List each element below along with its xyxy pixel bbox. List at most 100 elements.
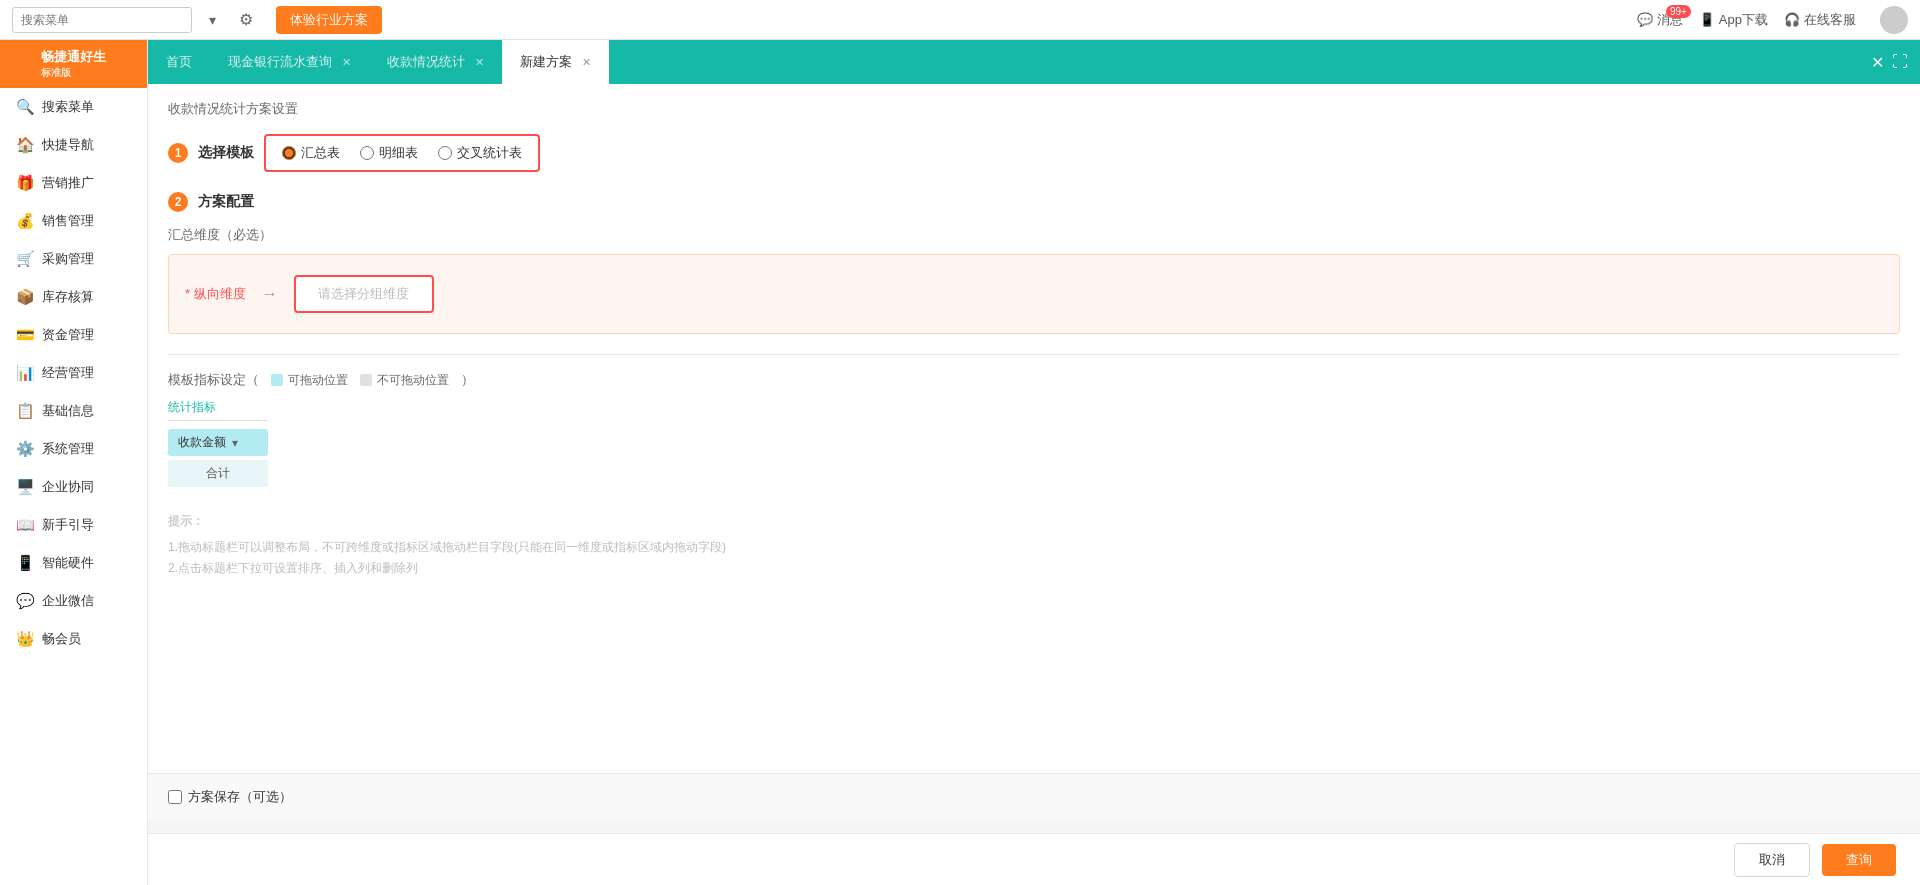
- step1-label: 选择模板: [198, 144, 254, 162]
- query-button[interactable]: 查询: [1822, 844, 1896, 876]
- header-search-area: ▾ ⚙ 体验行业方案: [12, 6, 382, 34]
- service-icon: 🎧: [1784, 12, 1800, 27]
- sidebar-item-label: 新手引导: [42, 516, 94, 534]
- tab-new-plan-label: 新建方案: [520, 53, 572, 71]
- sidebar-item-sales[interactable]: 💰 销售管理: [0, 202, 147, 240]
- step2-badge: 2: [168, 192, 188, 212]
- footer-bar: 取消 查询: [148, 833, 1920, 885]
- trial-button[interactable]: 体验行业方案: [276, 6, 382, 34]
- sidebar-item-search-menu[interactable]: 🔍 搜索菜单: [0, 88, 147, 126]
- tab-new-plan-close[interactable]: ✕: [582, 56, 591, 69]
- page-title: 收款情况统计方案设置: [168, 100, 1900, 118]
- sidebar-item-beginner[interactable]: 📖 新手引导: [0, 506, 147, 544]
- sidebar-item-label: 营销推广: [42, 174, 94, 192]
- cancel-button[interactable]: 取消: [1734, 843, 1810, 877]
- sidebar-item-marketing[interactable]: 🎁 营销推广: [0, 164, 147, 202]
- dimension-arrow-icon: →: [262, 285, 278, 303]
- tab-receipts-stat-label: 收款情况统计: [387, 53, 465, 71]
- tab-receipts-stat-close[interactable]: ✕: [475, 56, 484, 69]
- sidebar-item-label: 销售管理: [42, 212, 94, 230]
- chart-icon: 📊: [16, 364, 34, 382]
- legend-draggable-dot: [271, 374, 283, 386]
- sales-icon: 💰: [16, 212, 34, 230]
- content-inner: 收款情况统计方案设置 1 选择模板 汇总表: [148, 84, 1920, 773]
- sidebar-item-system[interactable]: ⚙️ 系统管理: [0, 430, 147, 468]
- app-download-item[interactable]: 📱 App下载: [1699, 11, 1768, 29]
- sidebar-item-label: 经营管理: [42, 364, 94, 382]
- step2-header: 2 方案配置: [168, 192, 1900, 212]
- tab-bank-flow[interactable]: 现金银行流水查询 ✕: [210, 40, 369, 84]
- option-cross[interactable]: 交叉统计表: [438, 144, 522, 162]
- sidebar-item-member[interactable]: 👑 畅会员: [0, 620, 147, 658]
- sidebar-item-label: 库存核算: [42, 288, 94, 306]
- dimension-selector[interactable]: 请选择分组维度: [294, 275, 434, 313]
- notification-badge: 99+: [1666, 5, 1691, 18]
- cart-icon: 🛒: [16, 250, 34, 268]
- sidebar-item-enterprise-collab[interactable]: 🖥️ 企业协同: [0, 468, 147, 506]
- sidebar-item-label: 畅会员: [42, 630, 81, 648]
- option-detail-label: 明细表: [379, 144, 418, 162]
- collab-icon: 🖥️: [16, 478, 34, 496]
- legend-suffix: ）: [461, 371, 474, 389]
- tab-receipts-stat[interactable]: 收款情况统计 ✕: [369, 40, 502, 84]
- avatar[interactable]: [1880, 6, 1908, 34]
- box-icon: 📦: [16, 288, 34, 306]
- tab-close-btn[interactable]: ✕: [1871, 53, 1884, 72]
- search-input[interactable]: [12, 7, 192, 33]
- radio-detail[interactable]: [360, 146, 374, 160]
- gift-icon: 🎁: [16, 174, 34, 192]
- sidebar-item-operations[interactable]: 📊 经营管理: [0, 354, 147, 392]
- option-cross-label: 交叉统计表: [457, 144, 522, 162]
- tab-expand-btn[interactable]: ⛶: [1892, 53, 1908, 71]
- option-detail[interactable]: 明细表: [360, 144, 418, 162]
- crown-icon: 👑: [16, 630, 34, 648]
- save-option[interactable]: 方案保存（可选）: [168, 788, 1900, 806]
- online-service-item[interactable]: 🎧 在线客服: [1784, 11, 1856, 29]
- metrics-tag-receipts[interactable]: 收款金额 ▾: [168, 429, 268, 456]
- tab-home[interactable]: 首页: [148, 40, 210, 84]
- legend-nondraggable: 不可拖动位置: [360, 372, 449, 389]
- sidebar-item-smart-hw[interactable]: 📱 智能硬件: [0, 544, 147, 582]
- divider: [168, 354, 1900, 355]
- dropdown-icon[interactable]: ▾: [232, 436, 238, 450]
- template-options-box: 汇总表 明细表 交叉统计表: [264, 134, 540, 172]
- main: 首页 现金银行流水查询 ✕ 收款情况统计 ✕ 新建方案 ✕ ✕ ⛶ 收款情况统计…: [148, 40, 1920, 885]
- save-checkbox[interactable]: [168, 790, 182, 804]
- dimension-row: * 纵向维度 → 请选择分组维度: [185, 275, 1883, 313]
- radio-cross[interactable]: [438, 146, 452, 160]
- metrics-subtag-total: 合计: [168, 460, 268, 487]
- gear-icon: ⚙️: [16, 440, 34, 458]
- tab-new-plan[interactable]: 新建方案 ✕: [502, 40, 609, 84]
- radio-summary[interactable]: [282, 146, 296, 160]
- option-summary[interactable]: 汇总表: [282, 144, 340, 162]
- notification-item[interactable]: 💬 消息 99+: [1637, 11, 1683, 29]
- sidebar-item-basic-info[interactable]: 📋 基础信息: [0, 392, 147, 430]
- tips-section: 提示： 1.拖动标题栏可以调整布局，不可跨维度或指标区域拖动栏目字段(只能在同一…: [168, 511, 1900, 580]
- header-gear-btn[interactable]: ⚙: [232, 6, 260, 34]
- metrics-col-label: 统计指标: [168, 399, 268, 421]
- config-section: 汇总维度（必选） * 纵向维度 → 请选择分组维度: [168, 226, 1900, 580]
- sidebar-item-label: 采购管理: [42, 250, 94, 268]
- notification-icon: 💬: [1637, 12, 1653, 27]
- step1-section: 1 选择模板 汇总表 明细表: [168, 134, 1900, 172]
- step2-label: 方案配置: [198, 193, 254, 211]
- option-summary-label: 汇总表: [301, 144, 340, 162]
- sidebar-item-quick-nav[interactable]: 🏠 快捷导航: [0, 126, 147, 164]
- sidebar-item-purchase[interactable]: 🛒 采购管理: [0, 240, 147, 278]
- metrics-col: 统计指标 收款金额 ▾ 合计: [168, 399, 268, 491]
- app-icon: 📱: [1699, 12, 1715, 27]
- legend-draggable: 可拖动位置: [271, 372, 348, 389]
- sidebar-item-wechat[interactable]: 💬 企业微信: [0, 582, 147, 620]
- metrics-content: 统计指标 收款金额 ▾ 合计: [168, 399, 1900, 491]
- tab-bank-flow-close[interactable]: ✕: [342, 56, 351, 69]
- wechat-icon: 💬: [16, 592, 34, 610]
- sidebar-item-inventory[interactable]: 📦 库存核算: [0, 278, 147, 316]
- logo-sub: 标准版: [41, 66, 106, 80]
- legend-nondraggable-label: 不可拖动位置: [377, 372, 449, 389]
- sidebar-item-finance[interactable]: 💳 资金管理: [0, 316, 147, 354]
- legend-nondraggable-dot: [360, 374, 372, 386]
- header-dropdown-btn[interactable]: ▾: [200, 8, 224, 32]
- sidebar-item-label: 企业协同: [42, 478, 94, 496]
- page-content: 收款情况统计方案设置 1 选择模板 汇总表: [148, 84, 1920, 833]
- metrics-tag-label: 收款金额: [178, 434, 226, 451]
